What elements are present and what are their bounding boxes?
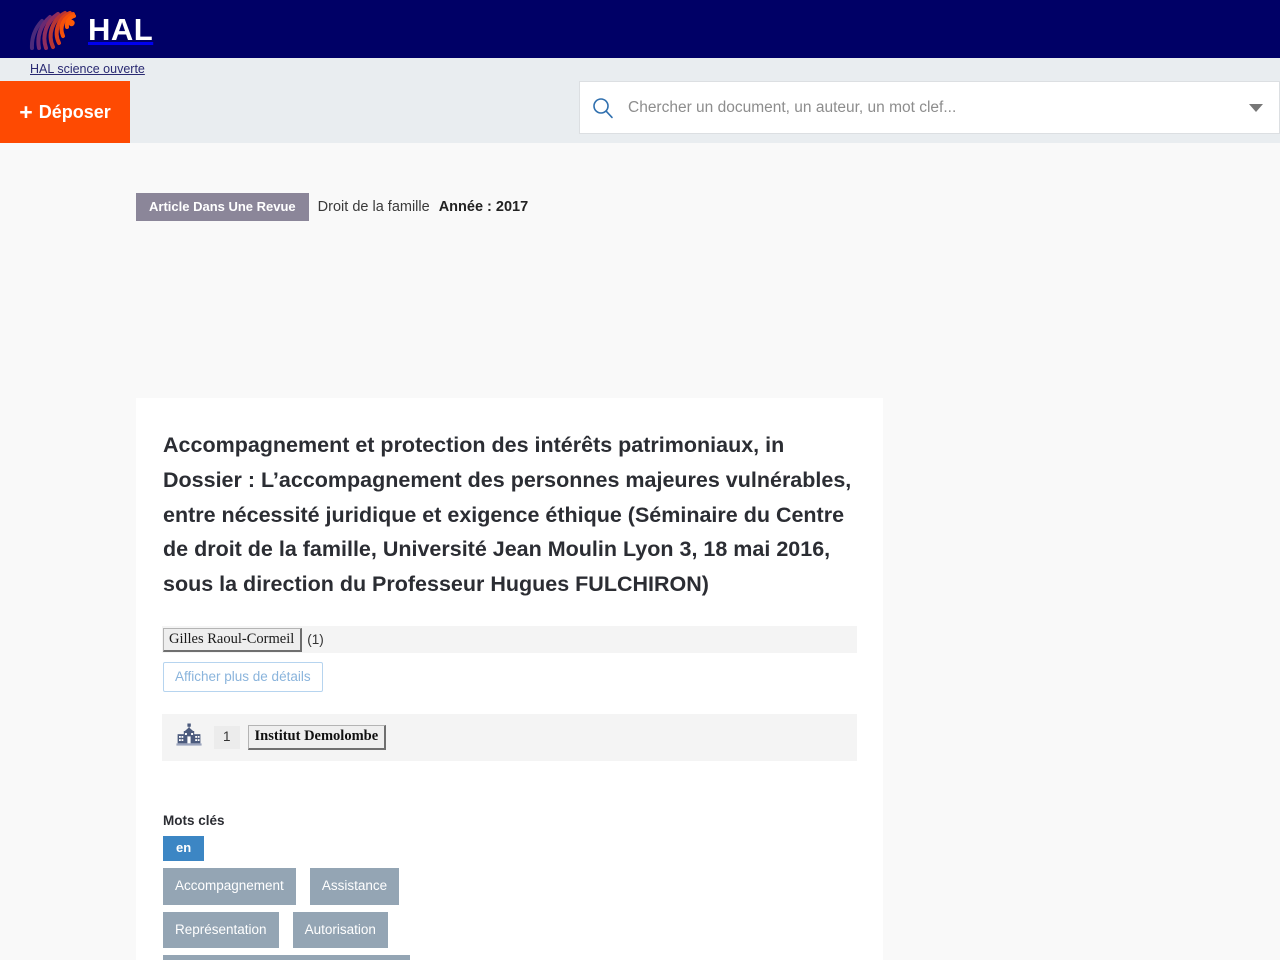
keywords-section: Mots clés en Accompagnement Assistance R… (163, 813, 856, 960)
hal-home-link[interactable]: HAL (28, 8, 153, 50)
search-icon[interactable] (580, 82, 626, 133)
hal-logo-text: HAL (88, 11, 154, 47)
document-card: Accompagnement et protection des intérêt… (136, 398, 883, 960)
chevron-down-icon[interactable] (1233, 82, 1279, 133)
site-tagline[interactable]: HAL science ouverte (30, 62, 145, 76)
deposit-button-label: Déposer (38, 101, 111, 122)
page-body: Article Dans Une Revue Droit de la famil… (0, 143, 1280, 960)
keyword-list: Accompagnement Assistance Représentation… (163, 868, 493, 960)
structure-row: 1 Institut Demolombe (162, 714, 857, 762)
document-type-badge[interactable]: Article Dans Une Revue (136, 193, 309, 221)
page-title: Accompagnement et protection des intérêt… (163, 433, 852, 597)
show-more-details-button[interactable]: Afficher plus de détails (163, 662, 323, 693)
journal-name: Droit de la famille (317, 199, 430, 215)
author-name[interactable]: Gilles Raoul-Cormeil (163, 627, 303, 652)
keyword-language-badge[interactable]: en (163, 836, 205, 862)
keyword-tag[interactable]: Représentation (163, 911, 279, 949)
keyword-tag[interactable]: Autorisation (292, 911, 388, 949)
search-bar (579, 81, 1280, 134)
plus-icon: + (19, 98, 33, 125)
structure-number: 1 (214, 726, 240, 750)
publication-year: Année : 2017 (438, 199, 529, 215)
institution-building-icon (176, 723, 202, 752)
hal-arcs-logo-icon (28, 8, 76, 50)
keywords-heading: Mots clés (163, 813, 225, 829)
search-input[interactable] (626, 82, 1233, 133)
structure-name[interactable]: Institut Demolombe (247, 725, 387, 751)
keyword-tag[interactable]: Mesure d'accompagnement judiciaire (163, 955, 411, 960)
toolbar: HAL science ouverte + Déposer (0, 58, 1280, 143)
author-affiliation-ref: (1) (307, 632, 324, 648)
keyword-tag[interactable]: Assistance (309, 868, 400, 905)
keyword-tag[interactable]: Accompagnement (163, 868, 296, 905)
deposit-button[interactable]: + Déposer (0, 81, 130, 143)
authors-row: Gilles Raoul-Cormeil (1) (162, 626, 857, 654)
site-header: HAL (0, 0, 1280, 58)
document-meta: Article Dans Une Revue Droit de la famil… (136, 193, 528, 221)
